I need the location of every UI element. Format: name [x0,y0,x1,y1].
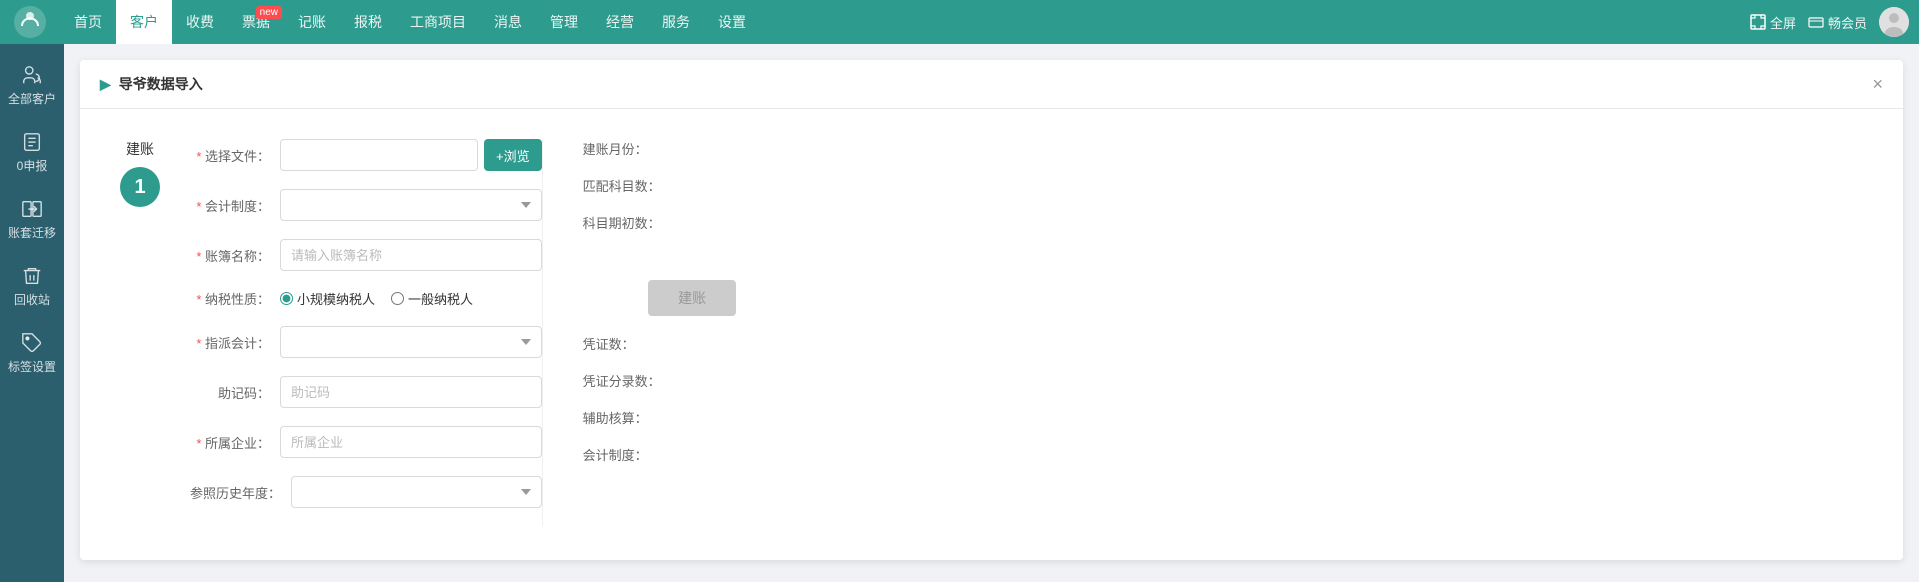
vouchers-label: 凭证数： [583,334,683,353]
tax-type-row: 纳税性质： 小规模纳税人 一般纳税人 [190,289,542,308]
auxiliary-label: 辅助核算： [583,408,683,427]
vip-button[interactable]: 畅会员 [1808,13,1867,32]
step-section: 建账 1 [120,139,160,207]
info-actions: 建账 [583,260,802,316]
nav-settings[interactable]: 设置 [704,0,760,44]
info-section: 建账月份： 匹配科目数： 科目期初数： 建账 [542,139,802,526]
nav-tax[interactable]: 报税 [340,0,396,44]
voucher-entries-row: 凭证分录数： [583,371,802,390]
memo-code-label: 助记码： [190,383,280,402]
sidebar-item-account-migration[interactable]: 账套迁移 [0,188,64,251]
history-year-select[interactable] [291,476,542,508]
sidebar-item-label: 0申报 [17,157,48,174]
file-input[interactable] [280,139,478,171]
ledger-name-label: 账簿名称： [190,246,280,265]
sidebar-item-label: 回收站 [14,291,50,308]
initial-subjects-label: 科目期初数： [583,213,683,232]
build-month-label: 建账月份： [583,139,683,158]
fullscreen-button[interactable]: 全屏 [1750,13,1796,32]
tax-option-general[interactable]: 一般纳税人 [391,289,473,308]
initial-subjects-row: 科目期初数： [583,213,802,232]
company-label: 所属企业： [190,433,280,452]
logo [10,2,50,42]
avatar[interactable] [1879,7,1909,37]
nav-operations[interactable]: 经营 [592,0,648,44]
dialog-body: 建账 1 选择文件： +浏览 [80,109,1903,556]
sidebar: 全部客户 0申报 账套迁移 回收站 [0,44,64,582]
build-month-row: 建账月份： [583,139,802,158]
nav-items: 首页 客户 收费 票据 new 记账 报税 工商项目 消息 管理 经营 服务 设… [60,0,1750,44]
voucher-entries-label: 凭证分录数： [583,371,683,390]
ledger-name-row: 账簿名称： [190,239,542,271]
nav-bookkeeping[interactable]: 记账 [284,0,340,44]
history-year-label: 参照历史年度： [190,483,291,502]
ledger-name-input[interactable] [280,239,542,271]
auxiliary-row: 辅助核算： [583,408,802,427]
accountant-row: 指派会计： [190,326,542,358]
import-icon: ▶︎ [100,76,111,93]
sidebar-item-label: 账套迁移 [8,224,56,241]
dialog-title: ▶︎ 导爷数据导入 [100,74,203,94]
main-layout: 全部客户 0申报 账套迁移 回收站 [0,44,1919,582]
content-area: ▶︎ 导爷数据导入 × 建账 1 [64,44,1919,582]
nav-business-projects[interactable]: 工商项目 [396,0,480,44]
accounting-label: 会计制度： [190,196,280,215]
file-input-group: +浏览 [280,139,542,171]
form-section: 选择文件： +浏览 会计制度： [190,139,542,526]
sidebar-item-label: 全部客户 [8,90,56,107]
tax-radio-general[interactable] [391,292,404,305]
memo-code-row: 助记码： [190,376,542,408]
nav-fees[interactable]: 收费 [172,0,228,44]
nav-management[interactable]: 管理 [536,0,592,44]
accountant-select[interactable] [280,326,542,358]
sidebar-item-label: 标签设置 [8,358,56,375]
sidebar-item-trash[interactable]: 回收站 [0,255,64,318]
tax-type-label: 纳税性质： [190,289,280,308]
company-input[interactable] [280,426,542,458]
nav-messages[interactable]: 消息 [480,0,536,44]
sidebar-item-zero-declaration[interactable]: 0申报 [0,121,64,184]
vouchers-row: 凭证数： [583,334,802,353]
accounting-system-row: 会计制度： [583,445,802,464]
sidebar-item-all-customers[interactable]: 全部客户 [0,54,64,117]
step-circle: 1 [120,167,160,207]
browse-button[interactable]: +浏览 [484,139,542,171]
dialog-header: ▶︎ 导爷数据导入 × [80,60,1903,109]
tax-option-small[interactable]: 小规模纳税人 [280,289,375,308]
accounting-system-label: 会计制度： [583,445,683,464]
step-label: 建账 [126,139,154,159]
nav-services[interactable]: 服务 [648,0,704,44]
match-subjects-row: 匹配科目数： [583,176,802,195]
file-row: 选择文件： +浏览 [190,139,542,171]
tax-radio-small[interactable] [280,292,293,305]
nav-home[interactable]: 首页 [60,0,116,44]
close-button[interactable]: × [1872,75,1883,93]
accounting-select[interactable] [280,189,542,221]
nav-customers[interactable]: 客户 [116,0,172,44]
top-navigation: 首页 客户 收费 票据 new 记账 报税 工商项目 消息 管理 经营 服务 设… [0,0,1919,44]
accountant-label: 指派会计： [190,333,280,352]
match-subjects-label: 匹配科目数： [583,176,683,195]
accounting-row: 会计制度： [190,189,542,221]
history-year-row: 参照历史年度： [190,476,542,508]
file-label: 选择文件： [190,146,280,165]
sidebar-item-tag-settings[interactable]: 标签设置 [0,322,64,385]
company-row: 所属企业： [190,426,542,458]
dialog-card: ▶︎ 导爷数据导入 × 建账 1 [80,60,1903,560]
top-nav-right: 全屏 畅会员 [1750,7,1909,37]
tax-radio-group: 小规模纳税人 一般纳税人 [280,289,473,308]
memo-code-input[interactable] [280,376,542,408]
build-account-button[interactable]: 建账 [648,280,736,316]
new-badge: new [256,6,282,19]
nav-invoices[interactable]: 票据 new [228,0,284,44]
